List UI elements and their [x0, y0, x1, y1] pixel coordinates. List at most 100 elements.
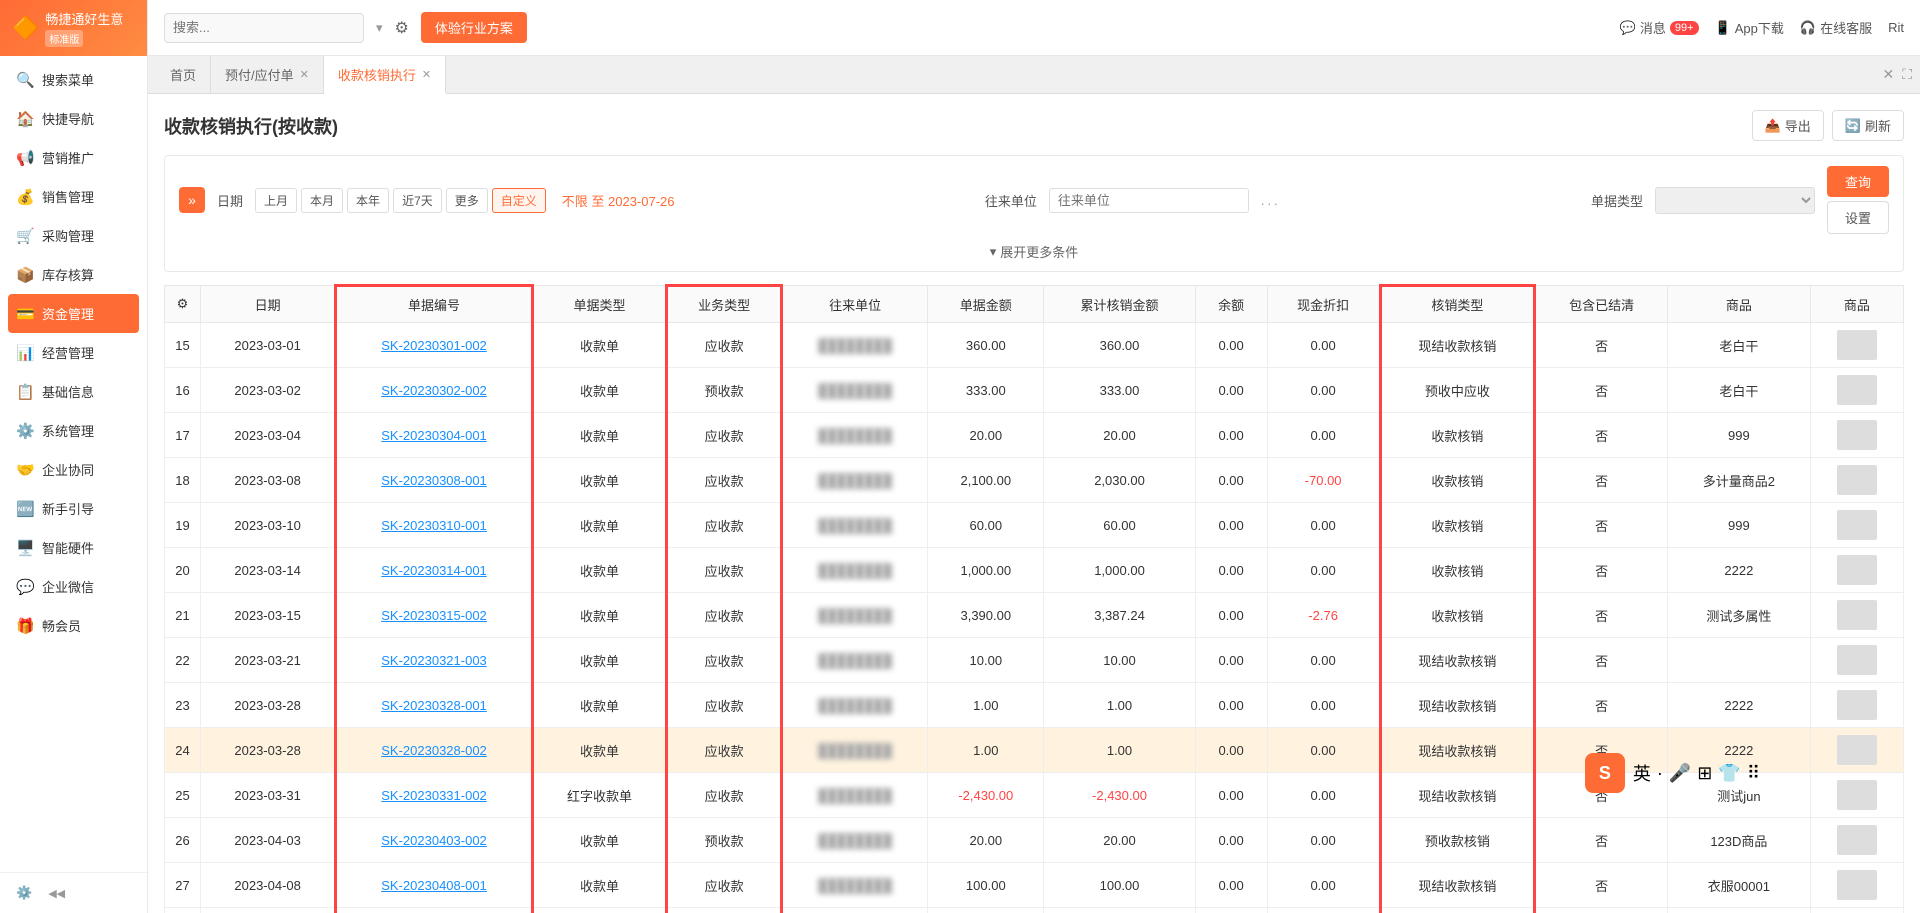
expand-tab-icon[interactable]: ⛶: [1902, 66, 1912, 83]
sidebar-item-system[interactable]: ⚙️ 系统管理: [0, 411, 147, 450]
date-btn-this-year[interactable]: 本年: [347, 188, 389, 213]
filter-settings-button[interactable]: 设置: [1827, 201, 1889, 234]
th-date[interactable]: 日期: [201, 286, 336, 323]
sidebar-item-search[interactable]: 🔍 搜索菜单: [0, 60, 147, 99]
topbar-search-input[interactable]: [164, 13, 364, 43]
table-row[interactable]: 20 2023-03-14 SK-20230314-001 收款单 应收款 ██…: [165, 548, 1904, 593]
collapse-icon[interactable]: ◀◀: [48, 887, 65, 900]
cell-order-no: SK-20230314-001: [336, 548, 532, 593]
order-link[interactable]: SK-20230304-001: [381, 428, 487, 443]
order-link[interactable]: SK-20230302-002: [381, 383, 487, 398]
table-row[interactable]: 17 2023-03-04 SK-20230304-001 收款单 应收款 ██…: [165, 413, 1904, 458]
sidebar-item-purchase[interactable]: 🛒 采购管理: [0, 216, 147, 255]
refresh-icon: 🔄: [1845, 118, 1861, 134]
cell-product2: [1810, 593, 1903, 638]
online-service-item[interactable]: 🎧 在线客服: [1800, 18, 1872, 37]
order-link[interactable]: SK-20230321-003: [381, 653, 487, 668]
shirt-icon[interactable]: 👕: [1718, 763, 1740, 784]
order-link[interactable]: SK-20230331-002: [381, 788, 487, 803]
sidebar-item-marketing[interactable]: 📢 营销推广: [0, 138, 147, 177]
order-link[interactable]: SK-20230328-002: [381, 743, 487, 758]
close-all-tab-icon[interactable]: ✕: [1882, 66, 1894, 83]
cell-seq: 16: [165, 368, 201, 413]
export-button[interactable]: 📤 导出: [1752, 110, 1824, 141]
table-row[interactable]: 28 2023-04-18 SK-20230418-001 收款单 应收款 ██…: [165, 908, 1904, 913]
th-discount[interactable]: 现金折扣: [1267, 286, 1380, 323]
refresh-button[interactable]: 🔄 刷新: [1832, 110, 1904, 141]
sidebar-item-finance[interactable]: 💳 资金管理: [8, 294, 139, 333]
sidebar-item-enterprise[interactable]: 🤝 企业协同: [0, 450, 147, 489]
table-row[interactable]: 19 2023-03-10 SK-20230310-001 收款单 应收款 ██…: [165, 503, 1904, 548]
sidebar-item-basic[interactable]: 📋 基础信息: [0, 372, 147, 411]
chevron-down-icon[interactable]: ▾: [376, 20, 383, 36]
expand-more-button[interactable]: ▾ 展开更多条件: [990, 242, 1079, 261]
tab-receivable[interactable]: 收款核销执行 ✕: [324, 56, 446, 94]
table-body: 15 2023-03-01 SK-20230301-002 收款单 应收款 ██…: [165, 323, 1904, 913]
order-type-filter-select[interactable]: [1655, 187, 1815, 214]
grid-icon[interactable]: ⊞: [1697, 763, 1712, 784]
order-link[interactable]: SK-20230301-002: [381, 338, 487, 353]
th-amount[interactable]: 单据金额: [928, 286, 1044, 323]
tab-payable-close[interactable]: ✕: [300, 68, 309, 81]
th-included[interactable]: 包含已结清: [1535, 286, 1668, 323]
cell-product2: [1810, 863, 1903, 908]
table-row[interactable]: 26 2023-04-03 SK-20230403-002 收款单 预收款 ██…: [165, 818, 1904, 863]
order-link[interactable]: SK-20230314-001: [381, 563, 487, 578]
table-row[interactable]: 27 2023-04-08 SK-20230408-001 收款单 应收款 ██…: [165, 863, 1904, 908]
tab-receivable-close[interactable]: ✕: [422, 68, 431, 81]
th-product1[interactable]: 商品: [1668, 286, 1811, 323]
query-button[interactable]: 查询: [1827, 166, 1889, 197]
order-link[interactable]: SK-20230403-002: [381, 833, 487, 848]
sidebar-item-sales[interactable]: 💰 销售管理: [0, 177, 147, 216]
cell-product2: [1810, 323, 1903, 368]
tab-home[interactable]: 首页: [156, 56, 211, 94]
partner-filter-input[interactable]: [1049, 188, 1249, 213]
mic-icon[interactable]: 🎤: [1669, 763, 1691, 784]
th-settings[interactable]: ⚙: [165, 286, 201, 323]
table-row[interactable]: 16 2023-03-02 SK-20230302-002 收款单 预收款 ██…: [165, 368, 1904, 413]
sidebar-item-wechat[interactable]: 💬 企业微信: [0, 567, 147, 606]
cell-date: 2023-03-14: [201, 548, 336, 593]
date-btn-custom[interactable]: 自定义: [492, 188, 546, 213]
cell-biz-type: 应收款: [667, 323, 782, 368]
table-row[interactable]: 15 2023-03-01 SK-20230301-002 收款单 应收款 ██…: [165, 323, 1904, 368]
table-row[interactable]: 18 2023-03-08 SK-20230308-001 收款单 应收款 ██…: [165, 458, 1904, 503]
english-icon[interactable]: 英: [1633, 760, 1651, 786]
solution-button[interactable]: 体验行业方案: [421, 12, 527, 43]
th-partner[interactable]: 往来单位: [781, 286, 927, 323]
table-row[interactable]: 22 2023-03-21 SK-20230321-003 收款单 应收款 ██…: [165, 638, 1904, 683]
tab-payable[interactable]: 预付/应付单 ✕: [211, 56, 324, 94]
filter-expand-button[interactable]: »: [179, 187, 205, 213]
date-btn-7days[interactable]: 近7天: [393, 188, 442, 213]
sidebar-item-inventory[interactable]: 📦 库存核算: [0, 255, 147, 294]
cell-core-type: 收款核销: [1380, 503, 1534, 548]
th-biz-type[interactable]: 业务类型: [667, 286, 782, 323]
date-btn-this-month[interactable]: 本月: [301, 188, 343, 213]
th-product2[interactable]: 商品: [1810, 286, 1903, 323]
th-order-type[interactable]: 单据类型: [532, 286, 667, 323]
apps-icon[interactable]: ⠿: [1747, 763, 1760, 784]
settings-bottom-icon[interactable]: ⚙️: [16, 885, 32, 901]
th-order-no[interactable]: 单据编号: [336, 286, 532, 323]
order-link[interactable]: SK-20230308-001: [381, 473, 487, 488]
th-balance[interactable]: 余额: [1195, 286, 1267, 323]
th-accum[interactable]: 累计核销金额: [1044, 286, 1195, 323]
order-link[interactable]: SK-20230315-002: [381, 608, 487, 623]
sidebar-item-operations[interactable]: 📊 经营管理: [0, 333, 147, 372]
order-link[interactable]: SK-20230408-001: [381, 878, 487, 893]
app-download-item[interactable]: 📱 App下载: [1715, 18, 1784, 37]
order-link[interactable]: SK-20230328-001: [381, 698, 487, 713]
messages-item[interactable]: 💬 消息 99+: [1620, 18, 1699, 37]
th-core-type[interactable]: 核销类型: [1380, 286, 1534, 323]
sidebar-item-hardware[interactable]: 🖥️ 智能硬件: [0, 528, 147, 567]
sidebar-item-member[interactable]: 🎁 畅会员: [0, 606, 147, 645]
settings-icon[interactable]: ⚙: [395, 18, 409, 38]
sidebar-item-quicknav[interactable]: 🏠 快捷导航: [0, 99, 147, 138]
table-row[interactable]: 23 2023-03-28 SK-20230328-001 收款单 应收款 ██…: [165, 683, 1904, 728]
user-item[interactable]: Rit: [1888, 20, 1904, 35]
date-btn-last-month[interactable]: 上月: [255, 188, 297, 213]
date-btn-more[interactable]: 更多: [446, 188, 488, 213]
sidebar-item-guide[interactable]: 🆕 新手引导: [0, 489, 147, 528]
order-link[interactable]: SK-20230310-001: [381, 518, 487, 533]
table-row[interactable]: 21 2023-03-15 SK-20230315-002 收款单 应收款 ██…: [165, 593, 1904, 638]
